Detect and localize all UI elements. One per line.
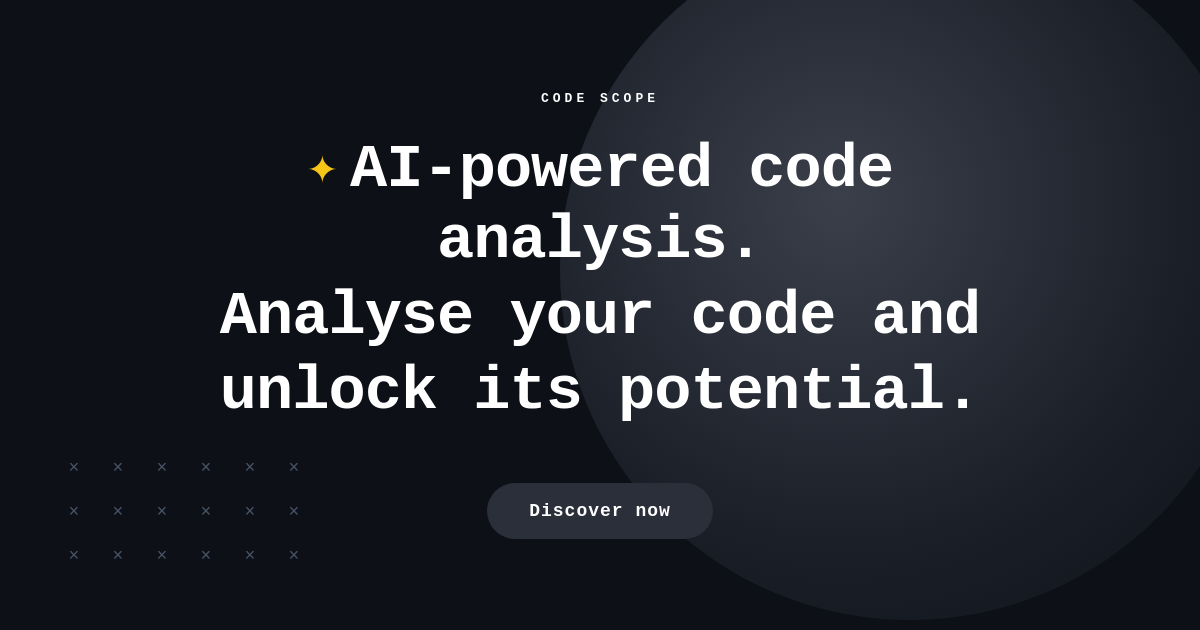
subheadline-text-line1: Analyse your code and — [220, 281, 980, 352]
main-content: CODE SCOPE ✦ AI-powered code analysis. A… — [0, 0, 1200, 630]
headline-block: ✦ AI-powered code analysis. Analyse your… — [220, 134, 980, 427]
subheadline-text-line2: unlock its potential. — [220, 356, 980, 427]
headline-text-line2: analysis. — [437, 205, 763, 276]
headline-text-line1: AI-powered code — [350, 134, 893, 205]
discover-now-button[interactable]: Discover now — [487, 483, 713, 539]
brand-label: CODE SCOPE — [541, 91, 659, 106]
sparkle-icon: ✦ — [307, 144, 338, 196]
headline-line1: ✦ AI-powered code — [307, 134, 893, 205]
